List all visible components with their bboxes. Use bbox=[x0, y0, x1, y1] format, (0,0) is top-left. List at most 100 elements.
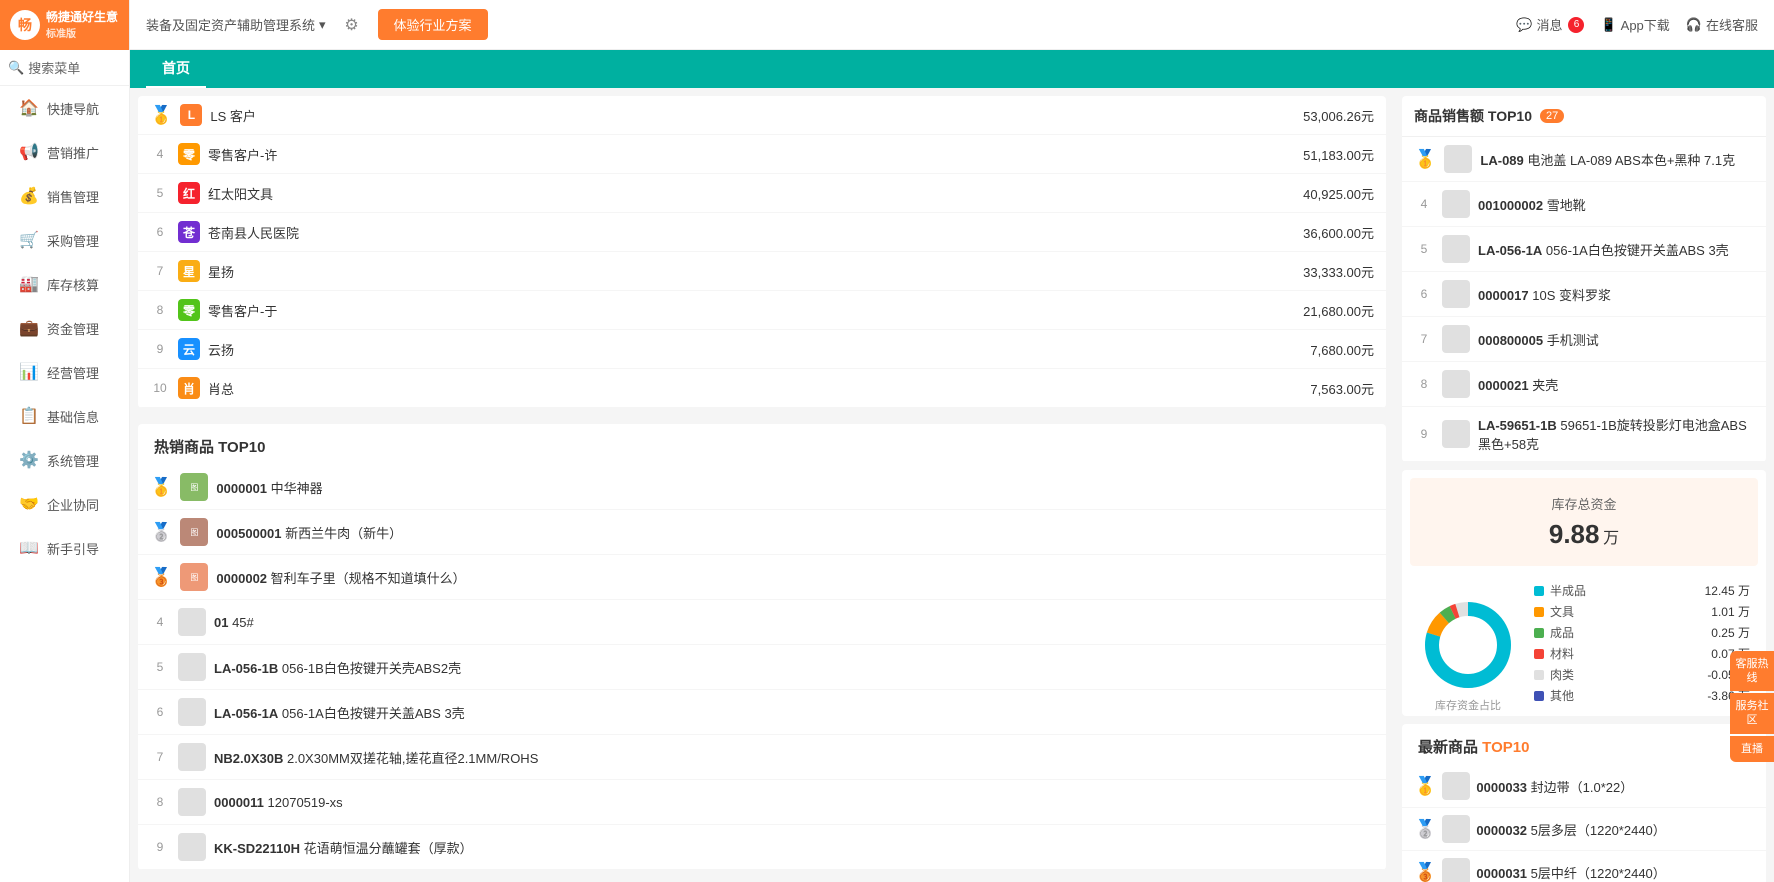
product-top10-row[interactable]: 🥇 LA-089 电池盖 LA-089 ABS本色+黑种 7.1克 bbox=[1402, 137, 1766, 182]
finance-icon: 💼 bbox=[19, 318, 39, 338]
basic-icon: 📋 bbox=[19, 406, 39, 426]
customer-value: 53,006.26元 bbox=[1303, 106, 1374, 125]
product-info: LA-089 电池盖 LA-089 ABS本色+黑种 7.1克 bbox=[1480, 150, 1754, 169]
hot-product-row[interactable]: 🥈 图 000500001 新西兰牛肉（新牛） bbox=[138, 510, 1386, 555]
rank-num: 6 bbox=[150, 705, 170, 719]
sidebar-item-home[interactable]: 🏠 快捷导航 bbox=[0, 86, 129, 130]
hot-product-row[interactable]: 5 LA-056-1B 056-1B白色按键开关壳ABS2壳 bbox=[138, 645, 1386, 690]
app-download-button[interactable]: 📱 App下载 bbox=[1600, 15, 1669, 34]
customer-row[interactable]: 4 零 零售客户-许 51,183.00元 bbox=[138, 135, 1386, 174]
sidebar-item-sales[interactable]: 💰 销售管理 bbox=[0, 174, 129, 218]
message-label: 消息 bbox=[1536, 15, 1562, 34]
product-top10-row[interactable]: 9 LA-59651-1B 59651-1B旋转投影灯电池盒ABS黑色+58克 bbox=[1402, 407, 1766, 462]
customer-row[interactable]: 🥇 L LS 客户 53,006.26元 bbox=[138, 96, 1386, 135]
products-top10-list: 🥇 LA-089 电池盖 LA-089 ABS本色+黑种 7.1克 4 0010… bbox=[1402, 137, 1766, 462]
hot-product-row[interactable]: 8 0000011 12070519-xs bbox=[138, 780, 1386, 825]
newest-product-row[interactable]: 🥉 0000031 5层中纤（1220*2440） bbox=[1402, 851, 1766, 882]
hot-product-row[interactable]: 🥉 图 0000002 智利车子里（规格不知道填什么） bbox=[138, 555, 1386, 600]
legend-item: 其他 -3.86 万 bbox=[1534, 687, 1750, 704]
sidebar-logo: 畅 畅捷通好生意 标准版 bbox=[0, 0, 129, 50]
customer-name: 零售客户-于 bbox=[208, 301, 1295, 320]
online-service-label: 在线客服 bbox=[1706, 15, 1758, 34]
product-info: NB2.0X30B 2.0X30MM双搓花轴,搓花直径2.1MM/ROHS bbox=[214, 748, 1374, 767]
customer-row[interactable]: 10 肖 肖总 7,563.00元 bbox=[138, 369, 1386, 408]
float-service-live[interactable]: 直播 bbox=[1730, 736, 1774, 762]
sidebar-item-finance[interactable]: 💼 资金管理 bbox=[0, 306, 129, 350]
logo-icon: 畅 bbox=[10, 10, 40, 40]
purchase-icon: 🛒 bbox=[19, 230, 39, 250]
sidebar-item-system[interactable]: ⚙️ 系统管理 bbox=[0, 438, 129, 482]
sales-icon: 💰 bbox=[19, 186, 39, 206]
product-info: 000500001 新西兰牛肉（新牛） bbox=[216, 523, 1374, 542]
product-top10-row[interactable]: 4 001000002 雪地靴 bbox=[1402, 182, 1766, 227]
products-top10-panel: 商品销售额 TOP10 27 🥇 LA-089 电池盖 LA-089 ABS本色… bbox=[1402, 96, 1766, 462]
medal-icon: 🥇 bbox=[150, 477, 172, 498]
hot-product-row[interactable]: 9 KK-SD22110H 花语萌恒温分蘸罐套（厚款） bbox=[138, 825, 1386, 870]
message-button[interactable]: 💬 消息 6 bbox=[1516, 15, 1584, 34]
product-top10-row[interactable]: 5 LA-056-1A 056-1A白色按键开关盖ABS 3壳 bbox=[1402, 227, 1766, 272]
hot-product-row[interactable]: 7 NB2.0X30B 2.0X30MM双搓花轴,搓花直径2.1MM/ROHS bbox=[138, 735, 1386, 780]
hot-product-row[interactable]: 🥇 图 0000001 中华神器 bbox=[138, 465, 1386, 510]
inventory-total-unit: 万 bbox=[1603, 530, 1619, 547]
customer-row[interactable]: 5 红 红太阳文具 40,925.00元 bbox=[138, 174, 1386, 213]
legend-label: 其他 bbox=[1550, 687, 1701, 704]
product-top10-row[interactable]: 7 000800005 手机测试 bbox=[1402, 317, 1766, 362]
customer-name: 星扬 bbox=[208, 262, 1295, 281]
rank-num: 6 bbox=[150, 225, 170, 239]
float-service-community[interactable]: 服务社区 bbox=[1730, 693, 1774, 734]
hot-product-row[interactable]: 6 LA-056-1A 056-1A白色按键开关盖ABS 3壳 bbox=[138, 690, 1386, 735]
customer-row[interactable]: 6 苍 苍南县人民医院 36,600.00元 bbox=[138, 213, 1386, 252]
sidebar-item-basic[interactable]: 📋 基础信息 bbox=[0, 394, 129, 438]
medal-icon: 🥇 bbox=[1414, 776, 1436, 797]
sidebar-item-label: 企业协同 bbox=[47, 495, 99, 514]
legend-dot bbox=[1534, 628, 1544, 638]
rank-num: 8 bbox=[1414, 377, 1434, 391]
product-info: 0000031 5层中纤（1220*2440） bbox=[1476, 863, 1754, 882]
inventory-total-label: 库存总资金 bbox=[1426, 494, 1742, 513]
legend-item: 半成品 12.45 万 bbox=[1534, 582, 1750, 599]
sidebar-item-cooperation[interactable]: 🤝 企业协同 bbox=[0, 482, 129, 526]
donut-legend: 半成品 12.45 万 文具 1.01 万 成品 0.25 万 bbox=[1534, 582, 1750, 708]
product-top10-row[interactable]: 6 0000017 10S 变料罗浆 bbox=[1402, 272, 1766, 317]
customer-badge: 肖 bbox=[178, 377, 200, 399]
sidebar-item-operation[interactable]: 📊 经营管理 bbox=[0, 350, 129, 394]
sidebar-item-purchase[interactable]: 🛒 采购管理 bbox=[0, 218, 129, 262]
product-image: 图 bbox=[180, 473, 208, 501]
rank-num: 7 bbox=[150, 750, 170, 764]
sidebar-item-guide[interactable]: 📖 新手引导 bbox=[0, 526, 129, 570]
nav-item-home[interactable]: 首页 bbox=[146, 50, 206, 88]
newest-product-row[interactable]: 🥇 0000033 封边带（1.0*22） bbox=[1402, 765, 1766, 808]
customer-badge: 红 bbox=[178, 182, 200, 204]
system-title-dropdown[interactable]: 装备及固定资产辅助管理系统 ▾ bbox=[146, 15, 326, 34]
trial-button[interactable]: 体验行业方案 bbox=[378, 9, 488, 40]
app-download-label: App下载 bbox=[1621, 15, 1670, 34]
sidebar-search[interactable]: 🔍 搜索菜单 bbox=[0, 50, 129, 86]
settings-button[interactable]: ⚙ bbox=[338, 11, 366, 39]
online-service-button[interactable]: 🎧 在线客服 bbox=[1686, 15, 1758, 34]
hot-product-row[interactable]: 4 01 45# bbox=[138, 600, 1386, 645]
product-image bbox=[178, 743, 206, 771]
product-info: LA-056-1A 056-1A白色按键开关盖ABS 3壳 bbox=[214, 703, 1374, 722]
product-top10-row[interactable]: 8 0000021 夹壳 bbox=[1402, 362, 1766, 407]
sidebar-item-inventory[interactable]: 🏭 库存核算 bbox=[0, 262, 129, 306]
float-service-hotline[interactable]: 客服热线 bbox=[1730, 651, 1774, 692]
customer-row[interactable]: 7 星 星扬 33,333.00元 bbox=[138, 252, 1386, 291]
rank-num: 9 bbox=[1414, 427, 1434, 441]
customer-value: 36,600.00元 bbox=[1303, 223, 1374, 242]
product-info: 000800005 手机测试 bbox=[1478, 330, 1754, 349]
middle-panel: 🥇 L LS 客户 53,006.26元 4 零 零售客户-许 51,183.0… bbox=[130, 88, 1394, 882]
main-content: 装备及固定资产辅助管理系统 ▾ ⚙ 体验行业方案 💬 消息 6 📱 App下载 … bbox=[130, 0, 1774, 882]
rank-num: 7 bbox=[150, 264, 170, 278]
rank-num: 5 bbox=[150, 660, 170, 674]
customer-row[interactable]: 9 云 云扬 7,680.00元 bbox=[138, 330, 1386, 369]
sidebar-item-marketing[interactable]: 📢 营销推广 bbox=[0, 130, 129, 174]
customer-row[interactable]: 8 零 零售客户-于 21,680.00元 bbox=[138, 291, 1386, 330]
legend-label: 成品 bbox=[1550, 624, 1705, 641]
product-info: 0000033 封边带（1.0*22） bbox=[1476, 777, 1754, 796]
products-top10-title: 商品销售额 TOP10 bbox=[1414, 106, 1532, 126]
medal-icon: 🥉 bbox=[1414, 862, 1436, 882]
newest-product-row[interactable]: 🥈 0000032 5层多层（1220*2440） bbox=[1402, 808, 1766, 851]
rank-num: 9 bbox=[150, 342, 170, 356]
medal-icon: 🥈 bbox=[1414, 819, 1436, 840]
legend-dot bbox=[1534, 607, 1544, 617]
